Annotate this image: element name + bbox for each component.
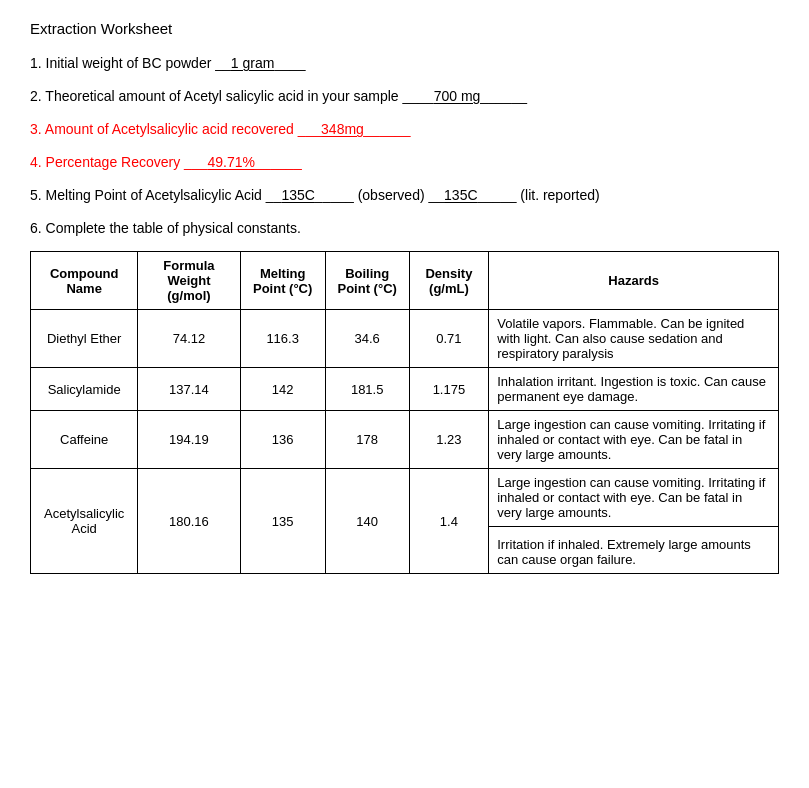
header-density: Density (g/mL) [409,252,489,310]
q4-blank-prefix: ___ [184,154,207,170]
q2-value: 700 mg [434,88,481,104]
q3-blank-suffix: ______ [364,121,411,137]
table-header-row: Compound Name Formula Weight (g/mol) Mel… [31,252,779,310]
compound-name-acetylsalicylic: Acetylsalicylic Acid [31,469,138,574]
formula-weight-salicylamide: 137.14 [138,368,240,411]
header-compound-name: Compound Name [31,252,138,310]
boiling-point-acetylsalicylic: 140 [325,469,409,574]
q3-number: 3. [30,121,42,137]
q1-text: Initial weight of BC powder [46,55,212,71]
q5-blank-suffix2: _____ [478,187,517,203]
formula-weight-diethyl-ether: 74.12 [138,310,240,368]
density-acetylsalicylic: 1.4 [409,469,489,574]
q5-blank-prefix2: __ [428,187,444,203]
hazards-acetylsalicylic: Large ingestion can cause vomiting. Irri… [489,469,779,574]
density-caffeine: 1.23 [409,411,489,469]
q1-number: 1. [30,55,42,71]
q5-number: 5. [30,187,42,203]
question-5: 5. Melting Point of Acetylsalicylic Acid… [30,185,779,206]
question-3: 3. Amount of Acetylsalicylic acid recove… [30,119,779,140]
compound-name-caffeine: Caffeine [31,411,138,469]
density-salicylamide: 1.175 [409,368,489,411]
melting-point-diethyl-ether: 116.3 [240,310,325,368]
boiling-point-caffeine: 178 [325,411,409,469]
compound-name-diethyl-ether: Diethyl Ether [31,310,138,368]
compound-name-salicylamide: Salicylamide [31,368,138,411]
q5-value: 135C [281,187,314,203]
formula-weight-acetylsalicylic: 180.16 [138,469,240,574]
hazards-salicylamide: Inhalation irritant. Ingestion is toxic.… [489,368,779,411]
q2-blank-suffix: ______ [480,88,527,104]
q3-text: Amount of Acetylsalicylic acid recovered [45,121,294,137]
formula-weight-caffeine: 194.19 [138,411,240,469]
page-title: Extraction Worksheet [30,20,779,37]
boiling-point-salicylamide: 181.5 [325,368,409,411]
q1-blank-suffix: ____ [274,55,305,71]
header-boiling-point: Boiling Point (°C) [325,252,409,310]
question-6: 6. Complete the table of physical consta… [30,218,779,239]
q5-value2: 135C [444,187,477,203]
q5-text-after: (lit. reported) [520,187,599,203]
q1-blank-prefix: __ [215,55,231,71]
question-1: 1. Initial weight of BC powder __1 gram_… [30,53,779,74]
boiling-point-diethyl-ether: 34.6 [325,310,409,368]
hazards-acetylsalicylic-top: Large ingestion can cause vomiting. Irri… [489,469,778,527]
table-row: Salicylamide 137.14 142 181.5 1.175 Inha… [31,368,779,411]
table-row: Acetylsalicylic Acid 180.16 135 140 1.4 … [31,469,779,574]
q5-middle: (observed) [358,187,425,203]
melting-point-caffeine: 136 [240,411,325,469]
density-diethyl-ether: 0.71 [409,310,489,368]
melting-point-acetylsalicylic: 135 [240,469,325,574]
q5-blank-suffix: _____ [315,187,354,203]
table-row: Diethyl Ether 74.12 116.3 34.6 0.71 Vola… [31,310,779,368]
q6-text: Complete the table of physical constants… [46,220,301,236]
q2-number: 2. [30,88,42,104]
q5-text: Melting Point of Acetylsalicylic Acid [46,187,262,203]
q5-blank-prefix: __ [266,187,282,203]
header-hazards: Hazards [489,252,779,310]
q1-value: 1 gram [231,55,275,71]
q4-blank-suffix: ______ [255,154,302,170]
header-melting-point: Melting Point (°C) [240,252,325,310]
table-row: Caffeine 194.19 136 178 1.23 Large inges… [31,411,779,469]
physical-constants-table: Compound Name Formula Weight (g/mol) Mel… [30,251,779,574]
q4-value: 49.71% [207,154,254,170]
q6-number: 6. [30,220,42,236]
hazards-acetylsalicylic-bottom: Irritation if inhaled. Extremely large a… [489,531,778,573]
q2-blank-prefix: ____ [403,88,434,104]
q4-number: 4. [30,154,42,170]
question-2: 2. Theoretical amount of Acetyl salicyli… [30,86,779,107]
question-4: 4. Percentage Recovery ___49.71%______ [30,152,779,173]
q4-text: Percentage Recovery [46,154,181,170]
q3-value: 348mg [321,121,364,137]
header-formula-weight: Formula Weight (g/mol) [138,252,240,310]
hazards-diethyl-ether: Volatile vapors. Flammable. Can be ignit… [489,310,779,368]
q2-text: Theoretical amount of Acetyl salicylic a… [45,88,398,104]
hazards-caffeine: Large ingestion can cause vomiting. Irri… [489,411,779,469]
melting-point-salicylamide: 142 [240,368,325,411]
q3-blank-prefix: ___ [298,121,321,137]
